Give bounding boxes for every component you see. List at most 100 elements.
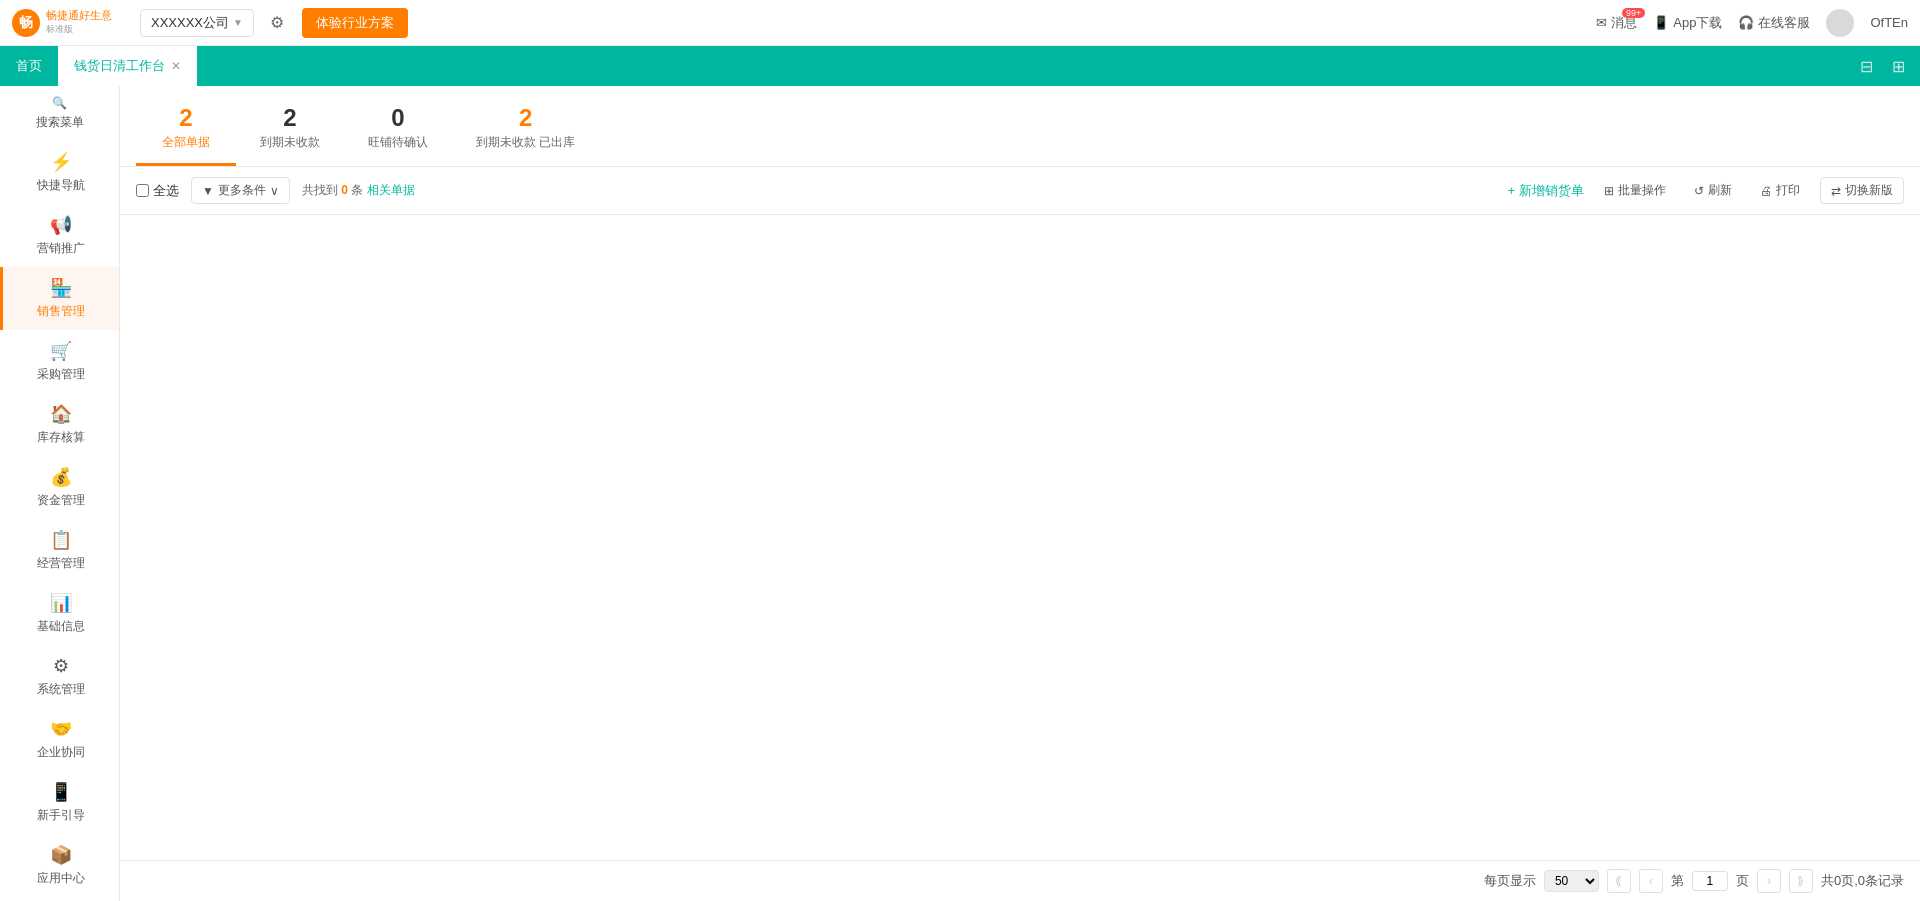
marketing-icon: 📢 [50, 214, 72, 236]
refresh-label: 刷新 [1708, 182, 1732, 199]
stat-overdue-number: 2 [283, 106, 296, 130]
select-all-input[interactable] [136, 184, 149, 197]
page-unit: 页 [1736, 872, 1749, 890]
sidebar-item-guide[interactable]: 📱 新手引导 [0, 771, 119, 834]
stat-tab-all[interactable]: 2 全部单据 [136, 98, 236, 166]
tab-qinguo[interactable]: 钱货日清工作台 ✕ [58, 46, 197, 86]
sidebar-label-purchase: 采购管理 [37, 366, 85, 383]
sales-icon: 🏪 [50, 277, 72, 299]
message-icon: ✉ [1596, 15, 1607, 30]
operations-icon: 📋 [50, 529, 72, 551]
message-button[interactable]: ✉ 消息 99+ [1596, 14, 1637, 32]
page-last-button[interactable]: ⟫ [1789, 869, 1813, 893]
found-text: 共找到 0 条 相关单据 [302, 182, 415, 199]
found-count: 0 [341, 183, 348, 197]
sidebar-item-finance[interactable]: 💰 资金管理 [0, 456, 119, 519]
batch-operation-button[interactable]: ⊞ 批量操作 [1596, 178, 1674, 203]
filter-label: 更多条件 [218, 182, 266, 199]
stat-all-number: 2 [179, 106, 192, 130]
logo-text: 畅捷通好生意 [46, 9, 112, 22]
tab-bar: 首页 钱货日清工作台 ✕ ⊟ ⊞ [0, 46, 1920, 86]
message-badge: 99+ [1622, 8, 1645, 18]
related-link[interactable]: 相关单据 [367, 183, 415, 197]
tab-bar-actions: ⊟ ⊞ [1854, 54, 1920, 78]
logo-area: 畅 畅捷通好生意 标准版 [12, 9, 132, 37]
print-button[interactable]: 🖨 打印 [1752, 178, 1808, 203]
tab-home[interactable]: 首页 [0, 46, 58, 86]
sidebar-label-quick-nav: 快捷导航 [37, 177, 85, 194]
sidebar-label-marketing: 营销推广 [37, 240, 85, 257]
switch-version-button[interactable]: ⇄ 切换新版 [1820, 177, 1904, 204]
sidebar-label-guide: 新手引导 [37, 807, 85, 824]
sidebar-item-system[interactable]: ⚙ 系统管理 [0, 645, 119, 708]
switch-icon: ⇄ [1831, 184, 1841, 198]
content-area: 2 全部单据 2 到期未收款 0 旺铺待确认 2 到期未收款 已出库 全选 [120, 86, 1920, 901]
stats-tabs: 2 全部单据 2 到期未收款 0 旺铺待确认 2 到期未收款 已出库 [120, 86, 1920, 167]
stat-tab-pending[interactable]: 0 旺铺待确认 [344, 98, 452, 166]
print-icon: 🖨 [1760, 184, 1772, 198]
stat-tab-overdue[interactable]: 2 到期未收款 [236, 98, 344, 166]
basic-info-icon: 📊 [50, 592, 72, 614]
page-size-label: 每页显示 [1484, 872, 1536, 890]
search-icon: 🔍 [52, 96, 67, 110]
page-first-button[interactable]: ⟪ [1607, 869, 1631, 893]
filter-chevron-icon: ∨ [270, 184, 279, 198]
batch-icon: ⊞ [1604, 184, 1614, 198]
sidebar-item-operations[interactable]: 📋 经营管理 [0, 519, 119, 582]
tab-qinguo-label: 钱货日清工作台 [74, 57, 165, 75]
total-label: 共0页,0条记录 [1821, 872, 1904, 890]
trial-button[interactable]: 体验行业方案 [302, 8, 408, 38]
tab-expand-button[interactable]: ⊞ [1886, 54, 1910, 78]
table-area [120, 215, 1920, 860]
tab-minimize-button[interactable]: ⊟ [1854, 54, 1878, 78]
guide-icon: 📱 [50, 781, 72, 803]
company-selector[interactable]: XXXXXX公司 ▼ [140, 9, 254, 37]
sidebar-search-button[interactable]: 🔍 搜索菜单 [0, 86, 119, 141]
sidebar-item-purchase[interactable]: 🛒 采购管理 [0, 330, 119, 393]
sidebar-item-inventory[interactable]: 🏠 库存核算 [0, 393, 119, 456]
sidebar-item-basic-info[interactable]: 📊 基础信息 [0, 582, 119, 645]
sidebar-item-marketing[interactable]: 📢 营销推广 [0, 204, 119, 267]
enterprise-icon: 🤝 [50, 718, 72, 740]
sidebar-item-enterprise[interactable]: 🤝 企业协同 [0, 708, 119, 771]
stat-overdue-label: 到期未收款 [260, 134, 320, 151]
purchase-icon: 🛒 [50, 340, 72, 362]
sidebar-item-wechat[interactable]: 💬 企业微信 [0, 897, 119, 901]
sidebar-label-sales: 销售管理 [37, 303, 85, 320]
stat-pending-number: 0 [391, 106, 404, 130]
stat-tab-shipped[interactable]: 2 到期未收款 已出库 [452, 98, 599, 166]
sidebar-item-app-center[interactable]: 📦 应用中心 [0, 834, 119, 897]
page-size-select[interactable]: 20 50 100 [1544, 870, 1599, 892]
sidebar-item-quick-nav[interactable]: ⚡ 快捷导航 [0, 141, 119, 204]
avatar[interactable] [1826, 9, 1854, 37]
batch-label: 批量操作 [1618, 182, 1666, 199]
settings-button[interactable]: ⚙ [262, 8, 292, 38]
page-next-button[interactable]: › [1757, 869, 1781, 893]
select-all-label: 全选 [153, 182, 179, 200]
toolbar: 全选 ▼ 更多条件 ∨ 共找到 0 条 相关单据 + 新增销货单 [120, 167, 1920, 215]
app-download-button[interactable]: 📱 App下载 [1653, 14, 1722, 32]
stat-pending-label: 旺铺待确认 [368, 134, 428, 151]
filter-icon: ▼ [202, 184, 214, 198]
quick-nav-icon: ⚡ [50, 151, 72, 173]
sidebar-label-app-center: 应用中心 [37, 870, 85, 887]
online-support-button[interactable]: 🎧 在线客服 [1738, 14, 1810, 32]
select-all-checkbox[interactable]: 全选 [136, 182, 179, 200]
filter-button[interactable]: ▼ 更多条件 ∨ [191, 177, 290, 204]
tab-close-icon[interactable]: ✕ [171, 59, 181, 73]
refresh-button[interactable]: ↺ 刷新 [1686, 178, 1740, 203]
inventory-icon: 🏠 [50, 403, 72, 425]
switch-label: 切换新版 [1845, 182, 1893, 199]
dropdown-arrow-icon: ▼ [233, 17, 243, 28]
download-icon: 📱 [1653, 15, 1669, 30]
tab-home-label: 首页 [16, 57, 42, 75]
sidebar-label-inventory: 库存核算 [37, 429, 85, 446]
app-center-icon: 📦 [50, 844, 72, 866]
add-sales-order-button[interactable]: + 新增销货单 [1507, 182, 1584, 200]
support-icon: 🎧 [1738, 15, 1754, 30]
sidebar-item-sales[interactable]: 🏪 销售管理 [0, 267, 119, 330]
page-prev-button[interactable]: ‹ [1639, 869, 1663, 893]
page-number-input[interactable] [1692, 871, 1728, 891]
system-icon: ⚙ [53, 655, 69, 677]
print-label: 打印 [1776, 182, 1800, 199]
